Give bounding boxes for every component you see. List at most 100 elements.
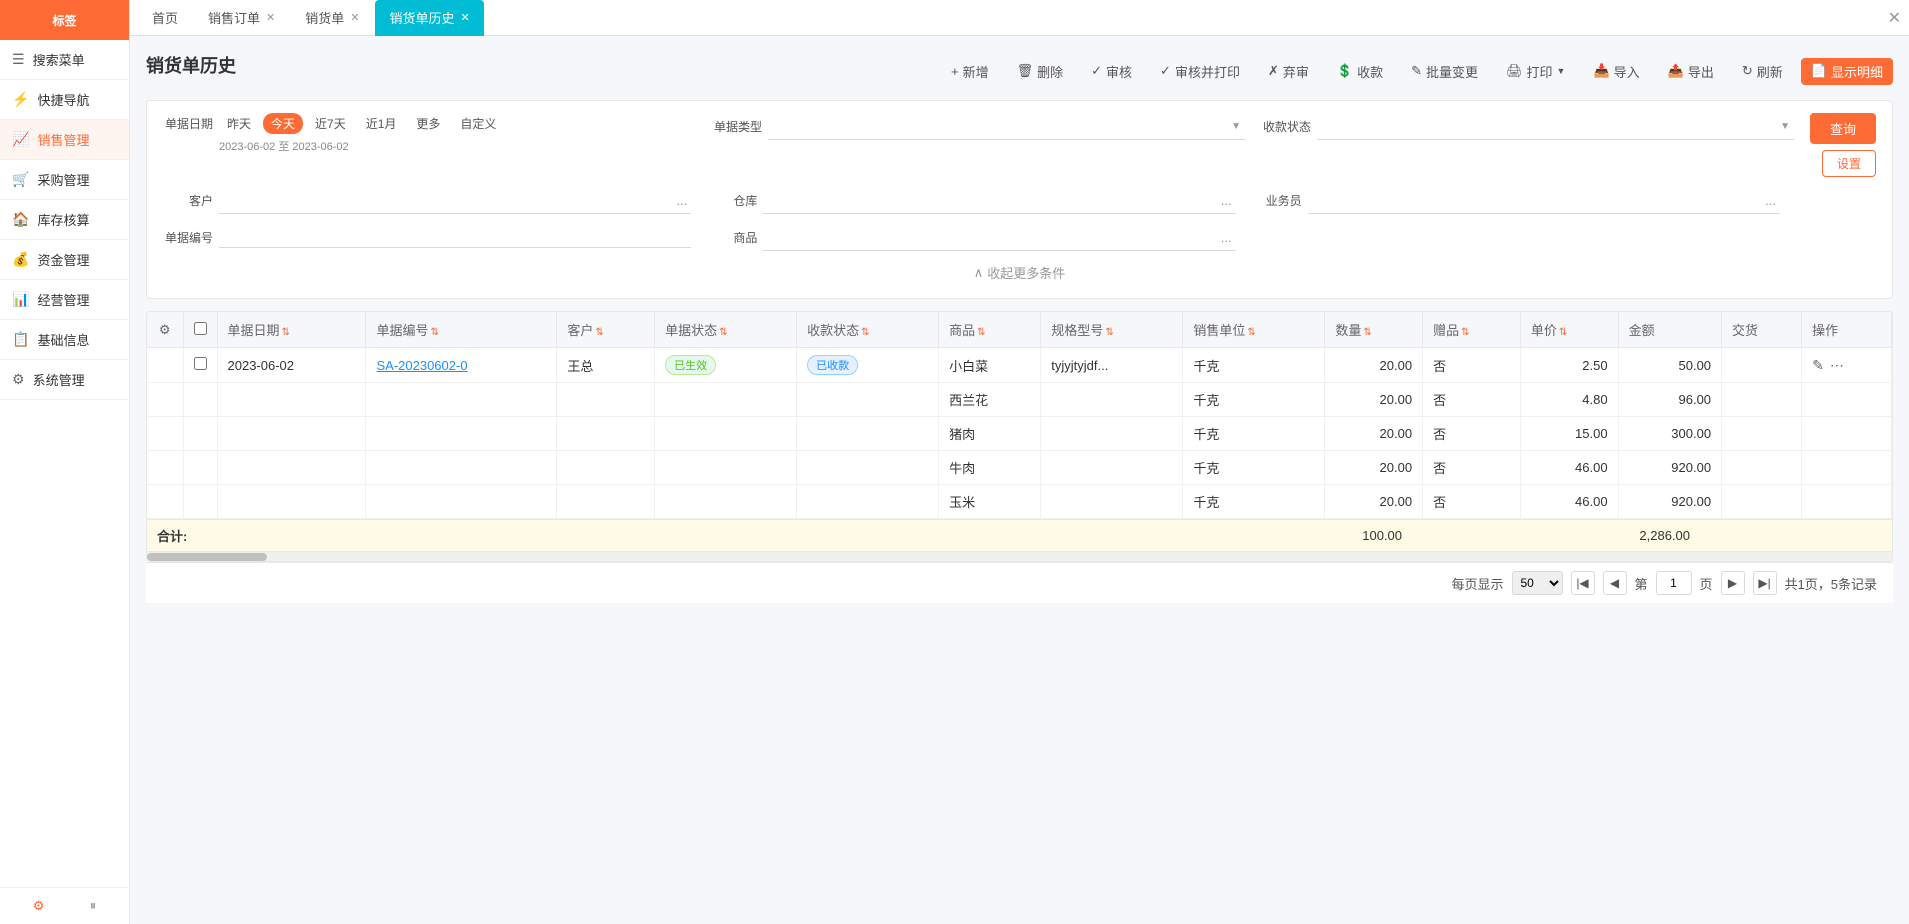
td-doc-no[interactable] — [366, 451, 557, 485]
td-checkbox[interactable] — [183, 348, 217, 383]
doc-no-link[interactable]: SA-20230602-0 — [376, 358, 467, 373]
goods-dots[interactable]: ... — [1221, 230, 1232, 245]
query-button[interactable]: 查询 — [1810, 113, 1876, 144]
audit-print-button[interactable]: ✓ 审核并打印 — [1150, 58, 1250, 85]
td-doc-no[interactable] — [366, 383, 557, 417]
td-checkbox[interactable] — [183, 383, 217, 417]
date-tab-today[interactable]: 今天 — [263, 113, 303, 134]
sidebar-item-label: 基础信息 — [37, 330, 89, 349]
select-all-checkbox[interactable] — [194, 322, 207, 335]
salesman-input-wrapper[interactable]: ... — [1308, 187, 1780, 214]
new-button[interactable]: + 新增 — [941, 58, 999, 85]
sidebar-item-sales-mgmt[interactable]: 📈 销售管理 — [0, 120, 129, 160]
th-gift[interactable]: 赠品⇅ — [1423, 312, 1521, 348]
th-doc-no[interactable]: 单据编号⇅ — [366, 312, 557, 348]
import-button[interactable]: 📥 导入 — [1583, 58, 1649, 85]
sidebar-bottom-icon1[interactable]: ⚙ — [33, 898, 45, 914]
collect-button[interactable]: 💲 收款 — [1327, 58, 1393, 85]
th-customer[interactable]: 客户⇅ — [557, 312, 655, 348]
th-doc-status[interactable]: 单据状态⇅ — [655, 312, 797, 348]
export-button[interactable]: 📤 导出 — [1658, 58, 1724, 85]
th-amount[interactable]: 金额 — [1618, 312, 1721, 348]
date-tab-7days[interactable]: 近7天 — [307, 113, 354, 134]
td-checkbox[interactable] — [183, 417, 217, 451]
sidebar-item-finance-mgmt[interactable]: 💰 资金管理 — [0, 240, 129, 280]
show-detail-button[interactable]: 📄 显示明细 — [1801, 58, 1893, 85]
td-actions — [1802, 451, 1892, 485]
td-qty: 20.00 — [1325, 485, 1423, 519]
warehouse-dots[interactable]: ... — [1221, 193, 1232, 208]
sidebar-item-quick-nav[interactable]: ⚡ 快捷导航 — [0, 80, 129, 120]
th-goods[interactable]: 商品⇅ — [939, 312, 1041, 348]
refresh-button[interactable]: ↻ 刷新 — [1732, 58, 1793, 85]
doc-type-input-wrapper[interactable]: ▼ — [768, 113, 1245, 140]
td-doc-no[interactable] — [366, 485, 557, 519]
batch-change-button[interactable]: ✎ 批量变更 — [1401, 58, 1488, 85]
first-page-btn[interactable]: |◀ — [1571, 571, 1595, 595]
warehouse-input-wrapper[interactable]: ... — [763, 187, 1235, 214]
customer-input[interactable] — [223, 190, 676, 210]
th-qty[interactable]: 数量⇅ — [1325, 312, 1423, 348]
sidebar-item-purchase-mgmt[interactable]: 🛒 采购管理 — [0, 160, 129, 200]
per-page-select[interactable]: 50 100 200 — [1512, 571, 1563, 595]
last-page-btn[interactable]: ▶| — [1753, 571, 1777, 595]
doc-no-input[interactable] — [219, 227, 691, 248]
tab-sales-order[interactable]: 销售订单 ✕ — [194, 0, 289, 36]
h-scrollbar-thumb[interactable] — [147, 553, 267, 561]
horizontal-scrollbar[interactable] — [147, 551, 1892, 561]
date-tab-yesterday[interactable]: 昨天 — [219, 113, 259, 134]
tab-sales-delivery[interactable]: 销货单 ✕ — [291, 0, 373, 36]
tab-sales-order-close[interactable]: ✕ — [266, 11, 275, 24]
payment-status-input-wrapper[interactable]: ▼ — [1317, 113, 1794, 140]
print-button[interactable]: 🖨 打印 ▼ — [1496, 58, 1575, 85]
th-gear[interactable]: ⚙ — [147, 312, 183, 348]
tab-sales-history-close[interactable]: ✕ — [461, 11, 470, 24]
th-qty-label: 数量 — [1335, 323, 1361, 338]
warehouse-input[interactable] — [767, 190, 1220, 210]
more-action-icon[interactable]: ⋯ — [1830, 357, 1844, 374]
sidebar-item-sys-mgmt[interactable]: ⚙ 系统管理 — [0, 360, 129, 400]
edit-action-icon[interactable]: ✎ — [1812, 357, 1824, 374]
th-spec[interactable]: 规格型号⇅ — [1041, 312, 1183, 348]
setting-button[interactable]: 设置 — [1822, 150, 1876, 177]
next-page-btn[interactable]: ▶ — [1721, 571, 1745, 595]
audit-button[interactable]: ✓ 审核 — [1081, 58, 1142, 85]
sidebar-item-base-info[interactable]: 📋 基础信息 — [0, 320, 129, 360]
tab-sales-history[interactable]: 销货单历史 ✕ — [375, 0, 483, 36]
row-checkbox[interactable] — [194, 357, 207, 370]
delete-button[interactable]: 🗑 删除 — [1007, 58, 1074, 85]
td-doc-no[interactable] — [366, 417, 557, 451]
th-unit-price[interactable]: 单价⇅ — [1520, 312, 1618, 348]
th-payment-status[interactable]: 收款状态⇅ — [797, 312, 939, 348]
salesman-input[interactable] — [1312, 190, 1765, 210]
date-tab-more[interactable]: 更多 — [408, 113, 448, 134]
tab-sales-delivery-close[interactable]: ✕ — [350, 11, 359, 24]
th-sales-unit[interactable]: 销售单位⇅ — [1183, 312, 1325, 348]
doc-type-input[interactable] — [772, 116, 1227, 136]
date-tab-custom[interactable]: 自定义 — [452, 113, 504, 134]
goods-input-wrapper[interactable]: ... — [763, 224, 1235, 251]
th-doc-date[interactable]: 单据日期⇅ — [217, 312, 366, 348]
td-doc-no[interactable]: SA-20230602-0 — [366, 348, 557, 383]
customer-dots[interactable]: ... — [676, 193, 687, 208]
td-qty: 20.00 — [1325, 383, 1423, 417]
prev-page-btn[interactable]: ◀ — [1603, 571, 1627, 595]
abandon-button[interactable]: ✗ 弃审 — [1258, 58, 1319, 85]
date-tab-1month[interactable]: 近1月 — [358, 113, 405, 134]
sidebar-bottom-icon2[interactable]: ⏸ — [90, 898, 97, 914]
sidebar-item-ops-mgmt[interactable]: 📊 经营管理 — [0, 280, 129, 320]
customer-input-wrapper[interactable]: ... — [219, 187, 691, 214]
tab-home[interactable]: 首页 — [138, 0, 192, 36]
page-number-input[interactable] — [1656, 571, 1692, 595]
tab-bar-close-btn[interactable]: ✕ — [1888, 8, 1901, 28]
sidebar-item-stock-calc[interactable]: 🏠 库存核算 — [0, 200, 129, 240]
payment-status-input[interactable] — [1321, 116, 1776, 136]
salesman-dots[interactable]: ... — [1765, 193, 1776, 208]
th-checkbox[interactable] — [183, 312, 217, 348]
goods-input[interactable] — [767, 227, 1220, 247]
td-checkbox[interactable] — [183, 485, 217, 519]
th-sales-unit-label: 销售单位 — [1193, 323, 1245, 338]
sidebar-item-search-menu[interactable]: ☰ 搜索菜单 — [0, 40, 129, 80]
collapse-btn[interactable]: ∧ 收起更多条件 — [970, 259, 1070, 286]
td-checkbox[interactable] — [183, 451, 217, 485]
